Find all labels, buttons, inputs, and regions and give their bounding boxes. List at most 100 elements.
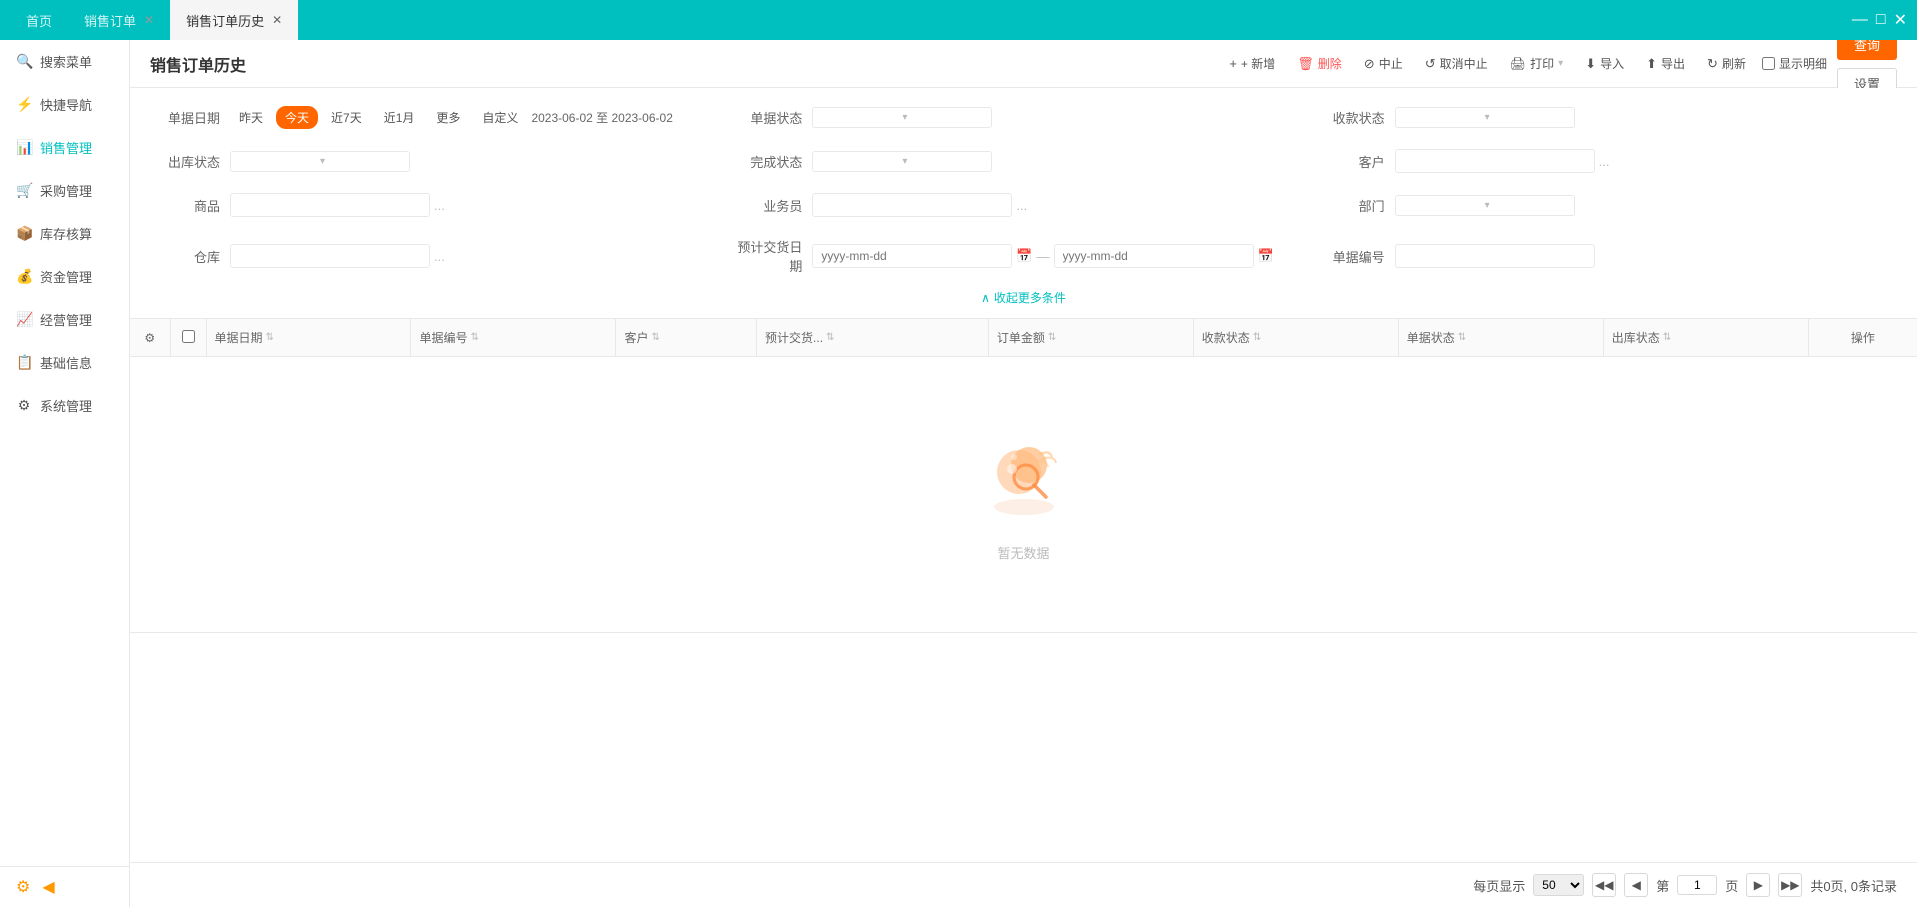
new-button[interactable]: + + 新增	[1223, 51, 1281, 76]
complete-status-content: ▾	[812, 151, 1314, 172]
basic-info-icon: 📋	[16, 354, 32, 371]
first-page-button[interactable]: ◀◀	[1592, 873, 1616, 897]
sidebar-item-quick-nav[interactable]: ⚡ 快捷导航	[0, 83, 129, 126]
calendar-start-icon[interactable]: 📅	[1016, 248, 1032, 264]
bill-status-content: ▾	[812, 107, 1314, 128]
col-out-status-sort[interactable]: 出库状态 ⇅	[1612, 329, 1800, 346]
receipt-status-arrow-icon: ▾	[1485, 112, 1566, 123]
col-receipt-status-sort[interactable]: 收款状态 ⇅	[1202, 329, 1390, 346]
col-date-sort[interactable]: 单据日期 ⇅	[215, 329, 403, 346]
delivery-date-start-input[interactable]	[812, 244, 1012, 268]
cancel-stop-button[interactable]: ↺ 取消中止	[1419, 51, 1494, 76]
col-out-status-sort-icon: ⇅	[1663, 332, 1671, 343]
maximize-button[interactable]: □	[1876, 11, 1886, 29]
delivery-date-end-input[interactable]	[1054, 244, 1254, 268]
col-date-sort-icon: ⇅	[266, 332, 274, 343]
page-size-select[interactable]: 50 100 200	[1533, 874, 1584, 896]
sidebar-item-system[interactable]: ⚙ 系统管理	[0, 384, 129, 427]
bill-no-input[interactable]	[1395, 244, 1595, 268]
data-table: ⚙ 单据日期 ⇅ 单据编号	[130, 319, 1917, 633]
page-number-input[interactable]	[1677, 875, 1717, 895]
col-bill-no: 单据编号 ⇅	[411, 319, 616, 357]
col-customer-sort[interactable]: 客户 ⇅	[624, 329, 748, 346]
export-button[interactable]: ⬆ 导出	[1640, 51, 1691, 76]
dept-select[interactable]: ▾	[1395, 195, 1575, 216]
complete-status-arrow-icon: ▾	[902, 156, 983, 167]
col-delivery: 预计交货... ⇅	[757, 319, 989, 357]
goods-dots-icon[interactable]: ...	[434, 198, 445, 213]
date-btn-yesterday[interactable]: 昨天	[230, 106, 272, 129]
table-settings-icon[interactable]: ⚙	[144, 331, 155, 345]
tab-sales-order-close[interactable]: ✕	[144, 13, 154, 27]
bill-status-select[interactable]: ▾	[812, 107, 992, 128]
top-bar: 首页 销售订单 ✕ 销售订单历史 ✕ — □ ✕	[0, 0, 1917, 40]
table-settings-col[interactable]: ⚙	[130, 319, 170, 357]
complete-status-select[interactable]: ▾	[812, 151, 992, 172]
calendar-end-icon[interactable]: 📅	[1258, 248, 1274, 264]
date-btn-today[interactable]: 今天	[276, 106, 318, 129]
collapse-filter-link[interactable]: ∧ 收起更多条件	[150, 285, 1897, 306]
query-button[interactable]: 查询	[1837, 40, 1897, 60]
filter-row-2: 出库状态 ▾ 完成状态 ▾	[150, 143, 1897, 179]
refresh-icon: ↻	[1707, 56, 1718, 72]
receipt-status-select[interactable]: ▾	[1395, 107, 1575, 128]
col-date: 单据日期 ⇅	[206, 319, 411, 357]
settings-bottom-icon[interactable]: ⚙	[16, 877, 30, 897]
tab-home[interactable]: 首页	[10, 0, 68, 40]
goods-input[interactable]	[230, 193, 430, 217]
display-detail-checkbox[interactable]	[1762, 57, 1775, 70]
warehouse-dots-icon[interactable]: ...	[434, 249, 445, 264]
out-status-select[interactable]: ▾	[230, 151, 410, 172]
customer-input[interactable]	[1395, 149, 1595, 173]
export-icon: ⬆	[1646, 56, 1657, 72]
date-btn-more[interactable]: 更多	[427, 106, 469, 129]
total-records-text: 共0页, 0条记录	[1810, 876, 1897, 895]
main-layout: 🔍 搜索菜单 ⚡ 快捷导航 📊 销售管理 🛒 采购管理 📦 库存核算 💰 资金管…	[0, 40, 1917, 907]
delete-button[interactable]: 🗑 删除	[1291, 51, 1348, 76]
col-bill-status-sort[interactable]: 单据状态 ⇅	[1407, 329, 1595, 346]
date-btn-7days[interactable]: 近7天	[322, 106, 371, 129]
sidebar-item-finance[interactable]: 💰 资金管理	[0, 255, 129, 298]
prev-page-button[interactable]: ◀	[1624, 873, 1648, 897]
stop-icon: ⊘	[1364, 56, 1375, 72]
date-filter-content: 昨天 今天 近7天 近1月 更多 自定义 2023-06-02 至 2023-0…	[230, 106, 732, 129]
sidebar-item-inventory[interactable]: 📦 库存核算	[0, 212, 129, 255]
close-button[interactable]: ✕	[1894, 10, 1907, 30]
filter-dept-cell: 部门 ▾	[1315, 187, 1897, 223]
stop-button[interactable]: ⊘ 中止	[1358, 51, 1409, 76]
collapse-sidebar-icon[interactable]: ◀	[42, 877, 54, 897]
import-button[interactable]: ⬇ 导入	[1579, 51, 1630, 76]
refresh-button[interactable]: ↻ 刷新	[1701, 51, 1752, 76]
salesperson-dots-icon[interactable]: ...	[1016, 198, 1027, 213]
col-receipt-status: 收款状态 ⇅	[1193, 319, 1398, 357]
last-page-button[interactable]: ▶▶	[1778, 873, 1802, 897]
tab-sales-order-history[interactable]: 销售订单历史 ✕	[170, 0, 298, 40]
display-detail-checkbox-label[interactable]: 显示明细	[1762, 55, 1827, 72]
col-amount-sort[interactable]: 订单金额 ⇅	[997, 329, 1185, 346]
tab-sales-order[interactable]: 销售订单 ✕	[68, 0, 170, 40]
content-area: 销售订单历史 + + 新增 🗑 删除 ⊘ 中止 ↺ 取消中止	[130, 40, 1917, 907]
sidebar-item-purchase[interactable]: 🛒 采购管理	[0, 169, 129, 212]
print-button[interactable]: 🖨 打印 ▾	[1504, 51, 1570, 76]
select-all-checkbox[interactable]	[182, 330, 195, 343]
salesperson-input[interactable]	[812, 193, 1012, 217]
out-status-content: ▾	[230, 151, 732, 172]
col-bill-no-sort[interactable]: 单据编号 ⇅	[419, 329, 607, 346]
date-btn-1month[interactable]: 近1月	[375, 106, 424, 129]
col-delivery-sort-icon: ⇅	[826, 332, 834, 343]
sidebar-item-search[interactable]: 🔍 搜索菜单	[0, 40, 129, 83]
next-page-button[interactable]: ▶	[1746, 873, 1770, 897]
empty-row: 暂无数据	[130, 357, 1917, 633]
customer-dots-icon[interactable]: ...	[1599, 154, 1610, 169]
minimize-button[interactable]: —	[1852, 11, 1868, 29]
out-status-label: 出库状态	[150, 152, 230, 171]
sidebar-item-basic-info[interactable]: 📋 基础信息	[0, 341, 129, 384]
warehouse-input[interactable]	[230, 244, 430, 268]
sidebar-item-operations[interactable]: 📈 经营管理	[0, 298, 129, 341]
page-go-label: 第	[1656, 876, 1669, 895]
date-btn-custom[interactable]: 自定义	[473, 106, 527, 129]
tab-sales-order-history-close[interactable]: ✕	[272, 13, 282, 27]
col-delivery-sort[interactable]: 预计交货... ⇅	[765, 329, 980, 346]
sidebar-item-sales[interactable]: 📊 销售管理	[0, 126, 129, 169]
sales-icon: 📊	[16, 139, 32, 156]
